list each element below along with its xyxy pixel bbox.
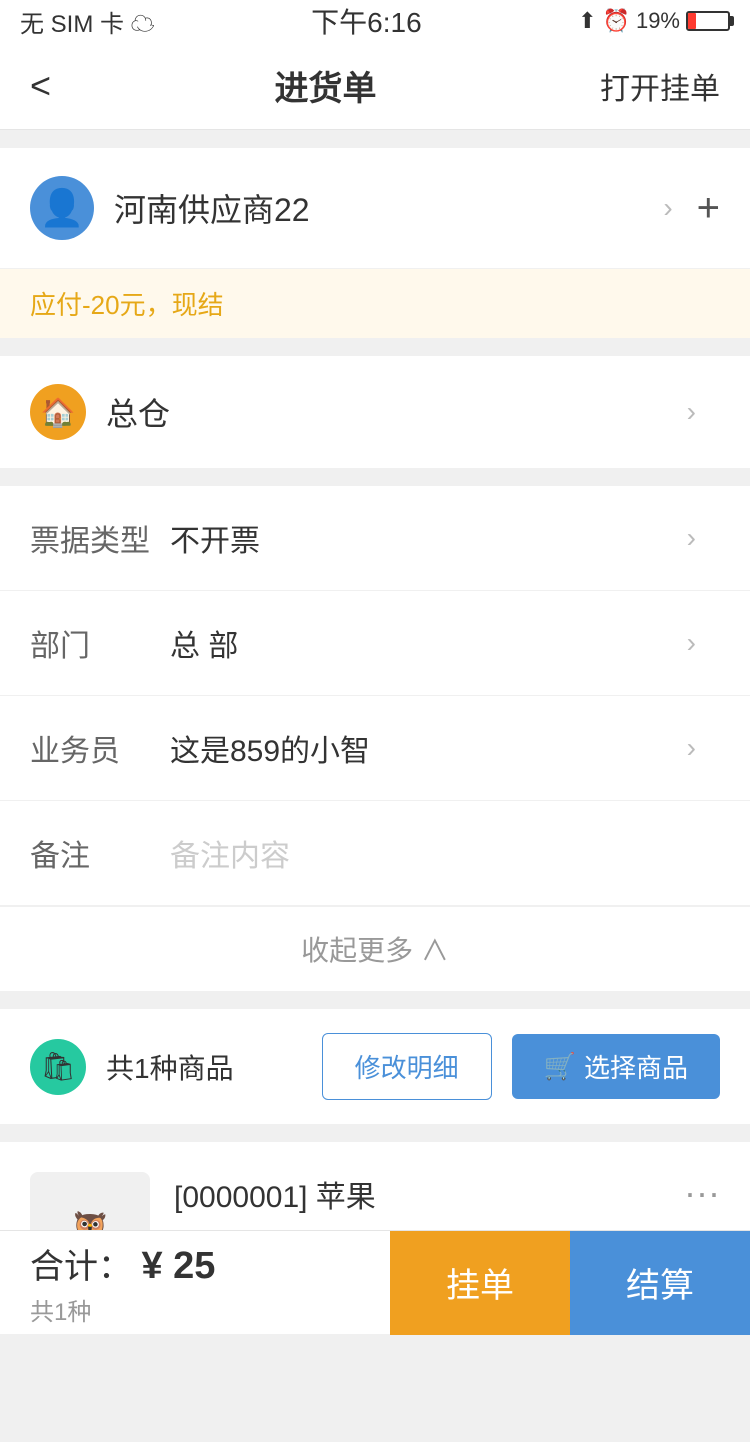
status-time: 下午6:16 <box>311 1 422 41</box>
add-supplier-button[interactable]: + <box>697 186 720 231</box>
product-count-text: 共1种商品 <box>106 1047 302 1087</box>
sales-chevron-icon: › <box>687 732 696 764</box>
avatar-icon: 👤 <box>40 187 85 229</box>
status-left: 无 SIM 卡 ☁ <box>20 4 155 39</box>
dept-row[interactable]: 部门 总 部 › <box>0 591 750 696</box>
remark-label: 备注 <box>30 831 170 875</box>
product-count-icon: 🛍 <box>30 1039 86 1095</box>
battery-percent: 19% <box>636 8 680 34</box>
total-label: 合计： <box>30 1248 132 1286</box>
warehouse-icon: 🏠 <box>30 384 86 440</box>
supplier-row[interactable]: 👤 河南供应商22 › + <box>0 148 750 269</box>
sim-label: 无 SIM 卡 ☁ <box>20 4 155 39</box>
product-header: 🛍 共1种商品 修改明细 🛒 选择商品 <box>0 1009 750 1124</box>
total-count: 共1种 <box>30 1292 360 1327</box>
battery-icon <box>686 11 730 31</box>
shopping-icon: 🛍 <box>40 1050 76 1083</box>
sales-row[interactable]: 业务员 这是859的小智 › <box>0 696 750 801</box>
supplier-avatar: 👤 <box>30 176 94 240</box>
warehouse-section: 🏠 总仓 › <box>0 356 750 468</box>
location-icon: ⬆ <box>578 8 596 34</box>
sales-label: 业务员 <box>30 726 170 770</box>
bottom-bar: 合计： ¥ 25 共1种 挂单 结算 <box>0 1230 750 1334</box>
collapse-button[interactable]: 收起更多 ∧ <box>0 906 750 991</box>
page-title: 进货单 <box>275 61 377 110</box>
checkout-button[interactable]: 结算 <box>570 1231 750 1335</box>
supplier-name: 河南供应商22 <box>114 185 663 231</box>
dept-value: 总 部 <box>170 621 687 665</box>
edit-detail-button[interactable]: 修改明细 <box>322 1033 492 1100</box>
invoice-label: 票据类型 <box>30 516 170 560</box>
supplier-section: 👤 河南供应商22 › + 应付-20元，现结 <box>0 148 750 338</box>
hang-button[interactable]: 挂单 <box>390 1231 570 1335</box>
select-product-label: 选择商品 <box>584 1048 688 1085</box>
bottom-spacer <box>0 1322 750 1442</box>
cart-icon: 🛒 <box>544 1051 576 1082</box>
invoice-value: 不开票 <box>170 516 687 560</box>
total-amount: 合计： ¥ 25 <box>30 1239 360 1288</box>
invoice-row[interactable]: 票据类型 不开票 › <box>0 486 750 591</box>
alarm-icon: ⏰ <box>603 8 630 34</box>
form-section: 票据类型 不开票 › 部门 总 部 › 业务员 这是859的小智 › 备注 备注… <box>0 486 750 991</box>
open-hang-button[interactable]: 打开挂单 <box>600 64 720 108</box>
total-value: ¥ 25 <box>141 1245 215 1287</box>
warehouse-chevron-icon: › <box>687 396 696 428</box>
status-bar: 无 SIM 卡 ☁ 下午6:16 ⬆ ⏰ 19% <box>0 0 750 42</box>
nav-bar: < 进货单 打开挂单 <box>0 42 750 130</box>
select-product-button[interactable]: 🛒 选择商品 <box>512 1034 720 1099</box>
gap-3 <box>0 468 750 486</box>
dept-chevron-icon: › <box>687 627 696 659</box>
status-right: ⬆ ⏰ 19% <box>578 8 730 34</box>
back-button[interactable]: < <box>30 65 51 107</box>
gap-4 <box>0 991 750 1009</box>
product-more-button[interactable]: ··· <box>684 1172 720 1214</box>
product-name: [0000001] 苹果 <box>174 1172 660 1216</box>
warehouse-row[interactable]: 🏠 总仓 › <box>0 356 750 468</box>
total-section: 合计： ¥ 25 共1种 <box>0 1239 390 1327</box>
dept-label: 部门 <box>30 621 170 665</box>
warehouse-name: 总仓 <box>106 389 687 435</box>
gap-2 <box>0 338 750 356</box>
remark-input[interactable]: 备注内容 <box>170 831 720 875</box>
gap-1 <box>0 130 750 148</box>
sales-value: 这是859的小智 <box>170 726 687 770</box>
supplier-chevron-icon: › <box>663 192 672 224</box>
remark-row[interactable]: 备注 备注内容 <box>0 801 750 906</box>
invoice-chevron-icon: › <box>687 522 696 554</box>
notice-bar: 应付-20元，现结 <box>0 269 750 338</box>
